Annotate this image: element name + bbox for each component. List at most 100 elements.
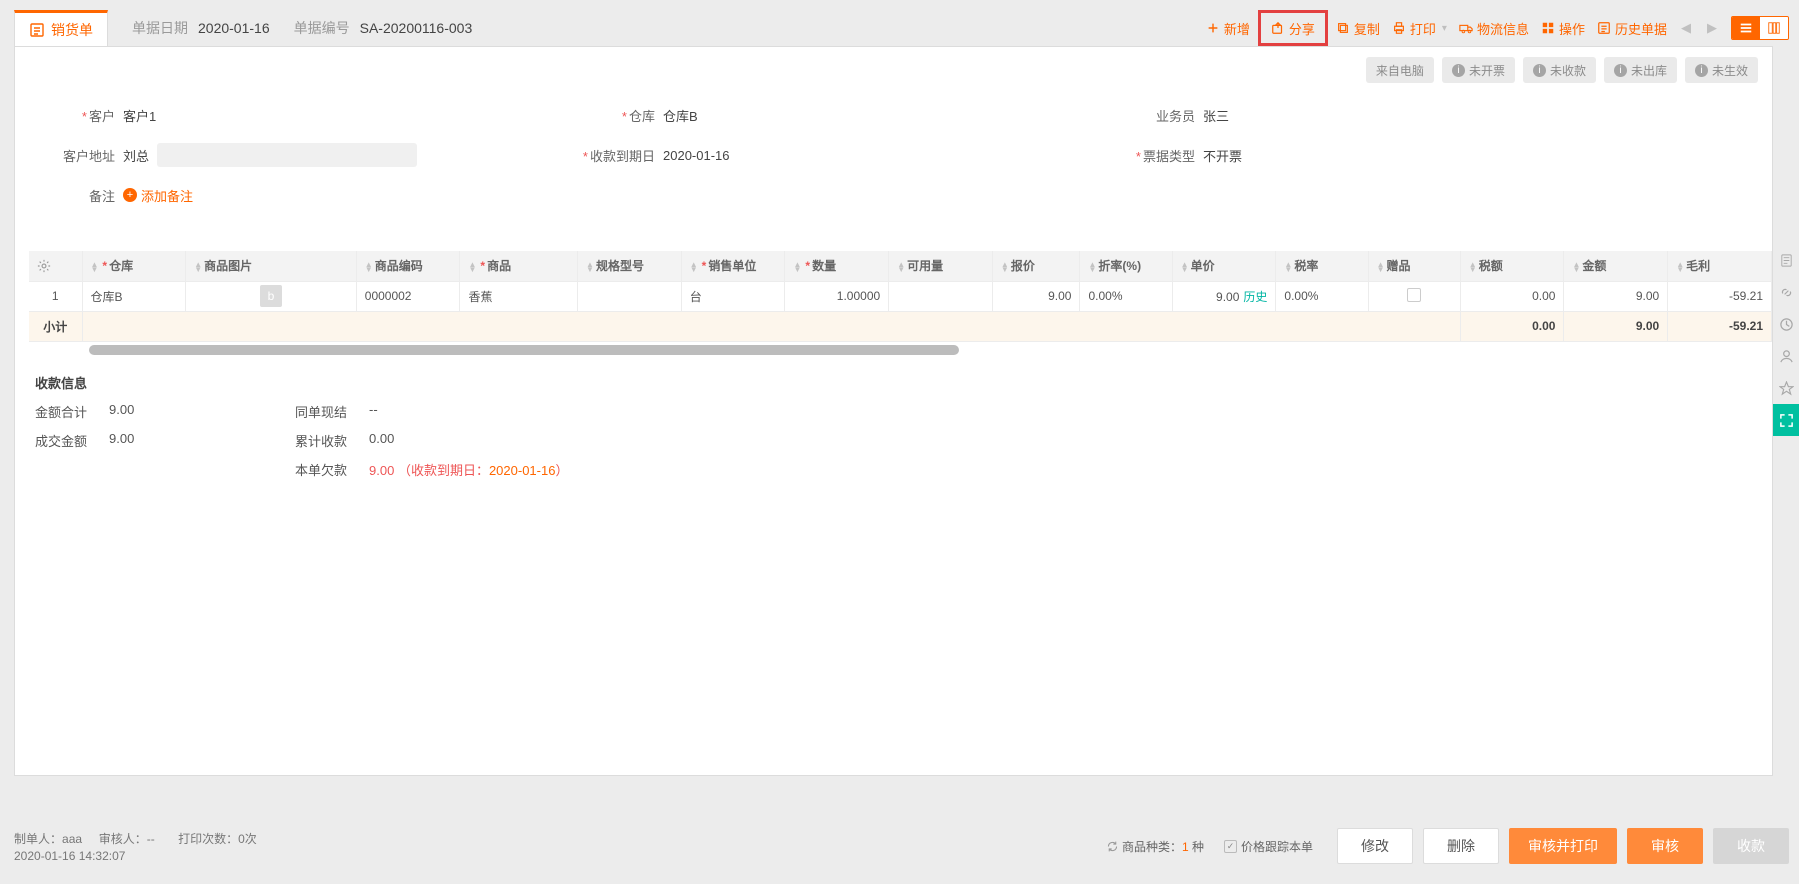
logistics-button[interactable]: 物流信息 <box>1453 13 1535 43</box>
ops-button[interactable]: 操作 <box>1535 13 1591 43</box>
date-label: 单据日期 <box>132 18 188 38</box>
debt-value: 9.00 （收款到期日：2020-01-16） <box>369 460 568 479</box>
gift-checkbox[interactable] <box>1407 288 1421 302</box>
user-icon <box>1779 349 1794 364</box>
plus-icon: + <box>123 188 137 202</box>
debt-label: 本单欠款 <box>295 460 355 479</box>
price-history-link[interactable]: 历史 <box>1243 290 1267 304</box>
table-row[interactable]: 1 仓库B b 0000002 香蕉 台 1.00000 9.00 0.00% … <box>29 281 1772 311</box>
truck-icon <box>1459 21 1473 35</box>
customer-value[interactable]: 客户1 <box>123 106 156 125</box>
cell-price: 9.00历史 <box>1172 281 1276 311</box>
col-unit[interactable]: ▲▼*销售单位 <box>681 251 785 281</box>
tag-unpaid[interactable]: i未收款 <box>1523 57 1596 83</box>
active-tab-sales-order[interactable]: 销货单 <box>14 10 108 46</box>
col-quote[interactable]: ▲▼报价 <box>992 251 1080 281</box>
header-date: 单据日期 2020-01-16 <box>132 18 270 38</box>
history-label: 历史单据 <box>1615 19 1667 38</box>
col-settings[interactable] <box>29 251 82 281</box>
horizontal-scrollbar[interactable] <box>89 345 1772 355</box>
acc-label: 累计收款 <box>295 431 355 450</box>
maker-value: aaa <box>62 832 82 846</box>
invoice-type-value[interactable]: 不开票 <box>1203 146 1242 165</box>
duedate-label: *收款到期日 <box>569 146 655 165</box>
total-value: 9.00 <box>109 402 134 421</box>
auditor-value: -- <box>147 832 155 846</box>
scrollbar-thumb[interactable] <box>89 345 959 355</box>
invoice-type-label: *票据类型 <box>1109 146 1195 165</box>
tag-unout[interactable]: i未出库 <box>1604 57 1677 83</box>
col-gross[interactable]: ▲▼毛利 <box>1668 251 1772 281</box>
main-card: 来自电脑 i未开票 i未收款 i未出库 i未生效 *客户 客户1 *仓库 仓库B… <box>14 46 1773 776</box>
follow-price-checkbox[interactable]: ✓ 价格跟踪本单 <box>1224 838 1313 855</box>
tag-from-pc: 来自电脑 <box>1366 57 1434 83</box>
col-tax-rate[interactable]: ▲▼税率 <box>1276 251 1368 281</box>
ops-label: 操作 <box>1559 19 1585 38</box>
view-list-button[interactable] <box>1732 17 1760 39</box>
footer-timestamp: 2020-01-16 14:32:07 <box>14 849 257 863</box>
salesman-value[interactable]: 张三 <box>1203 106 1229 125</box>
next-record-button[interactable]: ▶ <box>1699 15 1725 41</box>
follow-price-label: 价格跟踪本单 <box>1241 838 1313 855</box>
audit-print-button[interactable]: 审核并打印 <box>1509 828 1617 864</box>
col-spec[interactable]: ▲▼规格型号 <box>578 251 682 281</box>
link-icon <box>1779 285 1794 300</box>
col-price[interactable]: ▲▼单价 <box>1172 251 1276 281</box>
star-icon <box>1779 381 1794 396</box>
print-button[interactable]: 打印 ▾ <box>1386 13 1453 43</box>
chevron-down-icon: ▾ <box>1442 23 1447 34</box>
tag-inactive[interactable]: i未生效 <box>1685 57 1758 83</box>
share-icon <box>1271 21 1285 35</box>
copy-label: 复制 <box>1354 19 1380 38</box>
add-remark-button[interactable]: + 添加备注 <box>123 186 193 205</box>
info-icon: i <box>1452 64 1465 77</box>
rail-history-button[interactable] <box>1773 308 1799 340</box>
cell-qty: 1.00000 <box>785 281 889 311</box>
col-amount[interactable]: ▲▼金额 <box>1564 251 1668 281</box>
addr-value[interactable]: 刘总 <box>123 146 149 165</box>
add-button[interactable]: 新增 <box>1200 13 1256 43</box>
right-side-rail <box>1773 244 1799 436</box>
delete-button[interactable]: 删除 <box>1423 828 1499 864</box>
duedate-value[interactable]: 2020-01-16 <box>663 148 730 163</box>
sku-summary: 商品种类：1 种 <box>1106 838 1204 855</box>
total-label: 金额合计 <box>35 402 95 421</box>
cell-image: b <box>186 281 357 311</box>
view-columns-button[interactable] <box>1760 17 1788 39</box>
copy-button[interactable]: 复制 <box>1330 13 1386 43</box>
rail-star-button[interactable] <box>1773 372 1799 404</box>
warehouse-label: *仓库 <box>569 106 655 125</box>
bottom-bar: 制单人：aaa 审核人：-- 打印次数：0次 2020-01-16 14:32:… <box>14 822 1789 870</box>
col-qty[interactable]: ▲▼*数量 <box>785 251 889 281</box>
col-image[interactable]: ▲▼商品图片 <box>186 251 357 281</box>
top-toolbar: 销货单 单据日期 2020-01-16 单据编号 SA-20200116-003… <box>14 10 1789 46</box>
share-button[interactable]: 分享 <box>1265 13 1321 43</box>
col-discount[interactable]: ▲▼折率(%) <box>1080 251 1172 281</box>
col-product[interactable]: ▲▼*商品 <box>460 251 578 281</box>
no-label: 单据编号 <box>294 18 350 38</box>
cell-tax-amt: 0.00 <box>1460 281 1564 311</box>
audit-button[interactable]: 审核 <box>1627 828 1703 864</box>
col-avail[interactable]: ▲▼可用量 <box>889 251 993 281</box>
tag-label: 未开票 <box>1469 62 1505 79</box>
rail-expand-button[interactable] <box>1773 404 1799 436</box>
subtotal-tax: 0.00 <box>1460 311 1564 341</box>
tag-label: 未收款 <box>1550 62 1586 79</box>
rail-attach-button[interactable] <box>1773 276 1799 308</box>
no-value: SA-20200116-003 <box>360 20 473 36</box>
cols-icon <box>1767 21 1781 35</box>
items-table: ▲▼*仓库 ▲▼商品图片 ▲▼商品编码 ▲▼*商品 ▲▼规格型号 ▲▼*销售单位… <box>29 251 1772 342</box>
col-gift[interactable]: ▲▼赠品 <box>1368 251 1460 281</box>
add-remark-label: 添加备注 <box>141 186 193 205</box>
prev-record-button[interactable]: ◀ <box>1673 15 1699 41</box>
warehouse-value[interactable]: 仓库B <box>663 106 698 125</box>
modify-button[interactable]: 修改 <box>1337 828 1413 864</box>
tag-uninvoiced[interactable]: i 未开票 <box>1442 57 1515 83</box>
col-code[interactable]: ▲▼商品编码 <box>356 251 460 281</box>
rail-user-button[interactable] <box>1773 340 1799 372</box>
history-button[interactable]: 历史单据 <box>1591 13 1673 43</box>
col-warehouse[interactable]: ▲▼*仓库 <box>82 251 186 281</box>
checkbox-icon: ✓ <box>1224 840 1237 853</box>
col-tax-amt[interactable]: ▲▼税额 <box>1460 251 1564 281</box>
rail-notes-button[interactable] <box>1773 244 1799 276</box>
